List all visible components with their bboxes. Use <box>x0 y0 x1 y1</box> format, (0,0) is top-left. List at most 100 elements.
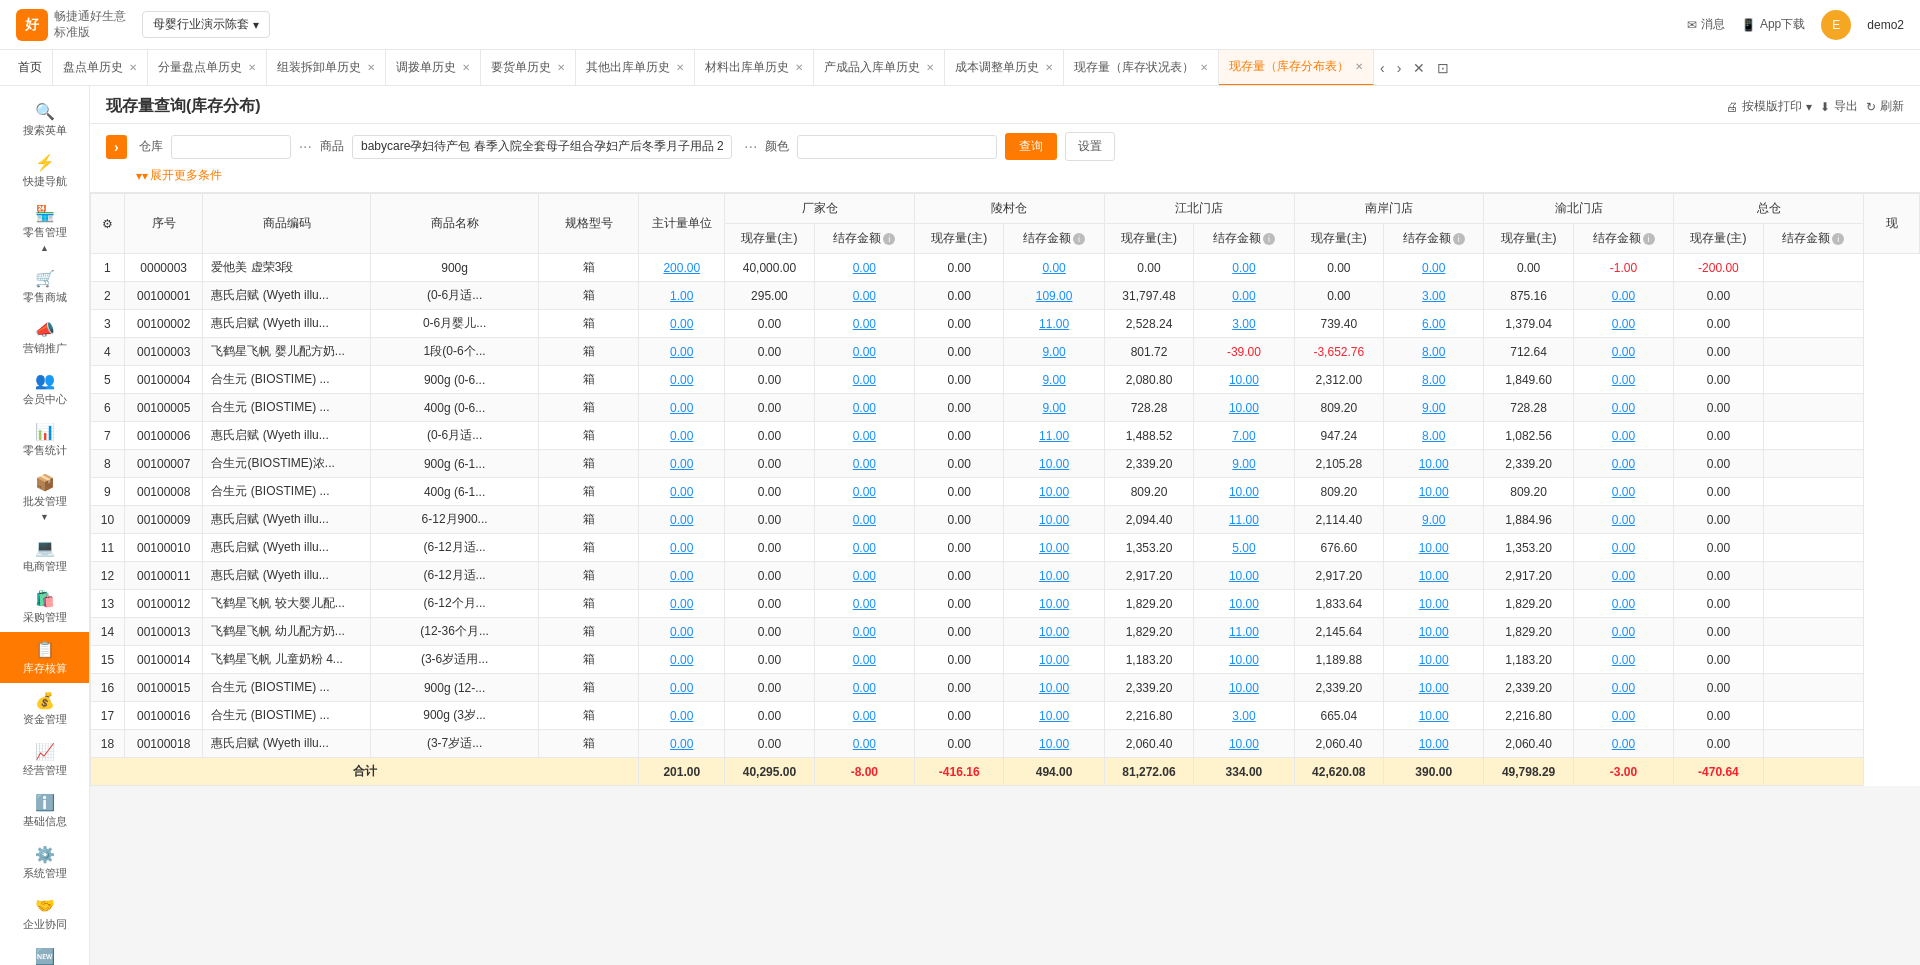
cell-fac-qty[interactable]: 0.00 <box>639 394 725 422</box>
cell-fac-qty[interactable]: 0.00 <box>639 506 725 534</box>
cell-total-qty[interactable]: 0.00 <box>1573 422 1673 450</box>
cell-nanan-qty[interactable]: 10.00 <box>1194 394 1294 422</box>
cell-ling-qty[interactable]: 0.00 <box>814 282 914 310</box>
yuebei-info-icon[interactable]: i <box>1643 233 1655 245</box>
filter-dots[interactable]: ··· <box>299 138 312 156</box>
cell-jiangbei-qty[interactable]: 10.00 <box>1004 646 1104 674</box>
query-btn[interactable]: 查询 <box>1005 133 1057 160</box>
cell-yuebei-qty[interactable]: 10.00 <box>1383 534 1483 562</box>
cell-fac-qty[interactable]: 0.00 <box>639 590 725 618</box>
cell-ling-qty[interactable]: 0.00 <box>814 422 914 450</box>
cell-nanan-qty[interactable]: 9.00 <box>1194 450 1294 478</box>
cell-yuebei-qty[interactable]: 10.00 <box>1383 562 1483 590</box>
cell-total-qty[interactable]: 0.00 <box>1573 450 1673 478</box>
tab-prev-btn[interactable]: ‹ <box>1374 60 1391 76</box>
cell-fac-qty[interactable]: 0.00 <box>639 310 725 338</box>
cell-ling-qty[interactable]: 0.00 <box>814 618 914 646</box>
app-download-btn[interactable]: 📱 App下载 <box>1741 16 1805 33</box>
cell-nanan-qty[interactable]: 10.00 <box>1194 562 1294 590</box>
cell-nanan-qty[interactable]: 10.00 <box>1194 478 1294 506</box>
cell-ling-qty[interactable]: 0.00 <box>814 394 914 422</box>
nanan-info-icon[interactable]: i <box>1453 233 1465 245</box>
cell-jiangbei-qty[interactable]: 9.00 <box>1004 394 1104 422</box>
cell-fac-qty[interactable]: 0.00 <box>639 534 725 562</box>
sidebar-item-members[interactable]: 👥 会员中心 <box>0 363 89 414</box>
tab-zuhe[interactable]: 组装拆卸单历史 ✕ <box>267 50 386 86</box>
cell-fac-qty[interactable]: 0.00 <box>639 646 725 674</box>
sidebar-item-marketing[interactable]: 📣 营销推广 <box>0 312 89 363</box>
cell-fac-qty[interactable]: 200.00 <box>639 254 725 282</box>
tab-cailiao[interactable]: 材料出库单历史 ✕ <box>695 50 814 86</box>
tab-yaohuo[interactable]: 要货单历史 ✕ <box>481 50 576 86</box>
cell-total-qty[interactable]: 0.00 <box>1573 310 1673 338</box>
cell-yuebei-qty[interactable]: 8.00 <box>1383 338 1483 366</box>
refresh-btn[interactable]: ↻ 刷新 <box>1866 98 1904 115</box>
sidebar-item-ops[interactable]: 📈 经营管理 <box>0 734 89 785</box>
tab-chengpin[interactable]: 产成品入库单历史 ✕ <box>814 50 945 86</box>
message-btn[interactable]: ✉ 消息 <box>1687 16 1725 33</box>
cell-total-qty[interactable]: 0.00 <box>1573 618 1673 646</box>
cell-ling-qty[interactable]: 0.00 <box>814 254 914 282</box>
sidebar-item-basic[interactable]: ℹ️ 基础信息 <box>0 785 89 836</box>
cell-total-qty[interactable]: 0.00 <box>1573 338 1673 366</box>
cell-fac-qty[interactable]: 0.00 <box>639 702 725 730</box>
tab-pandian[interactable]: 盘点单历史 ✕ <box>53 50 148 86</box>
cell-total-qty[interactable]: 0.00 <box>1573 730 1673 758</box>
tab-xiancun-fen[interactable]: 现存量（库存分布表）✕ <box>1219 50 1374 86</box>
cell-total-qty[interactable]: 0.00 <box>1573 590 1673 618</box>
cell-fac-qty[interactable]: 0.00 <box>639 730 725 758</box>
jiangbei-info-icon[interactable]: i <box>1263 233 1275 245</box>
cell-yuebei-qty[interactable]: 10.00 <box>1383 674 1483 702</box>
cell-nanan-qty[interactable]: 3.00 <box>1194 310 1294 338</box>
cell-total-qty[interactable]: 0.00 <box>1573 646 1673 674</box>
cell-jiangbei-qty[interactable]: 11.00 <box>1004 310 1104 338</box>
tab-expand-btn[interactable]: ⊡ <box>1431 60 1455 76</box>
cell-ling-qty[interactable]: 0.00 <box>814 534 914 562</box>
cell-nanan-qty[interactable]: 3.00 <box>1194 702 1294 730</box>
cell-nanan-qty[interactable]: 0.00 <box>1194 254 1294 282</box>
cell-nanan-qty[interactable]: 0.00 <box>1194 282 1294 310</box>
cell-jiangbei-qty[interactable]: 11.00 <box>1004 422 1104 450</box>
tab-xiancun-kuang[interactable]: 现存量（库存状况表）✕ <box>1064 50 1219 86</box>
sidebar-item-purchase[interactable]: 🛍️ 采购管理 <box>0 581 89 632</box>
cell-yuebei-qty[interactable]: 10.00 <box>1383 590 1483 618</box>
cell-total-qty[interactable]: 0.00 <box>1573 366 1673 394</box>
sidebar-item-inventory[interactable]: 📋 库存核算 <box>0 632 89 683</box>
industry-select[interactable]: 母婴行业演示陈套 ▾ <box>142 11 270 38</box>
cell-total-qty[interactable]: 0.00 <box>1573 562 1673 590</box>
cell-yuebei-qty[interactable]: 10.00 <box>1383 702 1483 730</box>
cell-jiangbei-qty[interactable]: 9.00 <box>1004 338 1104 366</box>
tab-qita[interactable]: 其他出库单历史 ✕ <box>576 50 695 86</box>
sidebar-item-ecommerce[interactable]: 💻 电商管理 <box>0 530 89 581</box>
goods-dots[interactable]: ··· <box>744 138 757 156</box>
cell-jiangbei-qty[interactable]: 10.00 <box>1004 534 1104 562</box>
cell-ling-qty[interactable]: 0.00 <box>814 562 914 590</box>
cell-nanan-qty[interactable]: -39.00 <box>1194 338 1294 366</box>
cell-nanan-qty[interactable]: 10.00 <box>1194 730 1294 758</box>
cell-fac-qty[interactable]: 0.00 <box>639 478 725 506</box>
cell-fac-qty[interactable]: 0.00 <box>639 618 725 646</box>
cell-nanan-qty[interactable]: 5.00 <box>1194 534 1294 562</box>
th-settings[interactable]: ⚙ <box>91 194 125 254</box>
cell-jiangbei-qty[interactable]: 10.00 <box>1004 618 1104 646</box>
cell-jiangbei-qty[interactable]: 10.00 <box>1004 730 1104 758</box>
cell-jiangbei-qty[interactable]: 10.00 <box>1004 674 1104 702</box>
fac-info-icon[interactable]: i <box>883 233 895 245</box>
cell-fac-qty[interactable]: 0.00 <box>639 450 725 478</box>
sidebar-item-guide[interactable]: 🆕 新手引导 <box>0 939 89 965</box>
sidebar-item-retail-stats[interactable]: 📊 零售统计 <box>0 414 89 465</box>
cell-yuebei-qty[interactable]: 9.00 <box>1383 506 1483 534</box>
cell-ling-qty[interactable]: 0.00 <box>814 338 914 366</box>
cell-total-qty[interactable]: 0.00 <box>1573 394 1673 422</box>
cell-yuebei-qty[interactable]: 9.00 <box>1383 394 1483 422</box>
cell-nanan-qty[interactable]: 10.00 <box>1194 590 1294 618</box>
cell-fac-qty[interactable]: 1.00 <box>639 282 725 310</box>
cell-jiangbei-qty[interactable]: 109.00 <box>1004 282 1104 310</box>
tab-next-btn[interactable]: › <box>1391 60 1408 76</box>
cell-jiangbei-qty[interactable]: 10.00 <box>1004 450 1104 478</box>
cell-ling-qty[interactable]: 0.00 <box>814 590 914 618</box>
expand-btn[interactable]: ▾▾ 展开更多条件 <box>136 167 1904 184</box>
cell-ling-qty[interactable]: 0.00 <box>814 478 914 506</box>
cell-fac-qty[interactable]: 0.00 <box>639 366 725 394</box>
goods-input[interactable] <box>352 135 732 159</box>
